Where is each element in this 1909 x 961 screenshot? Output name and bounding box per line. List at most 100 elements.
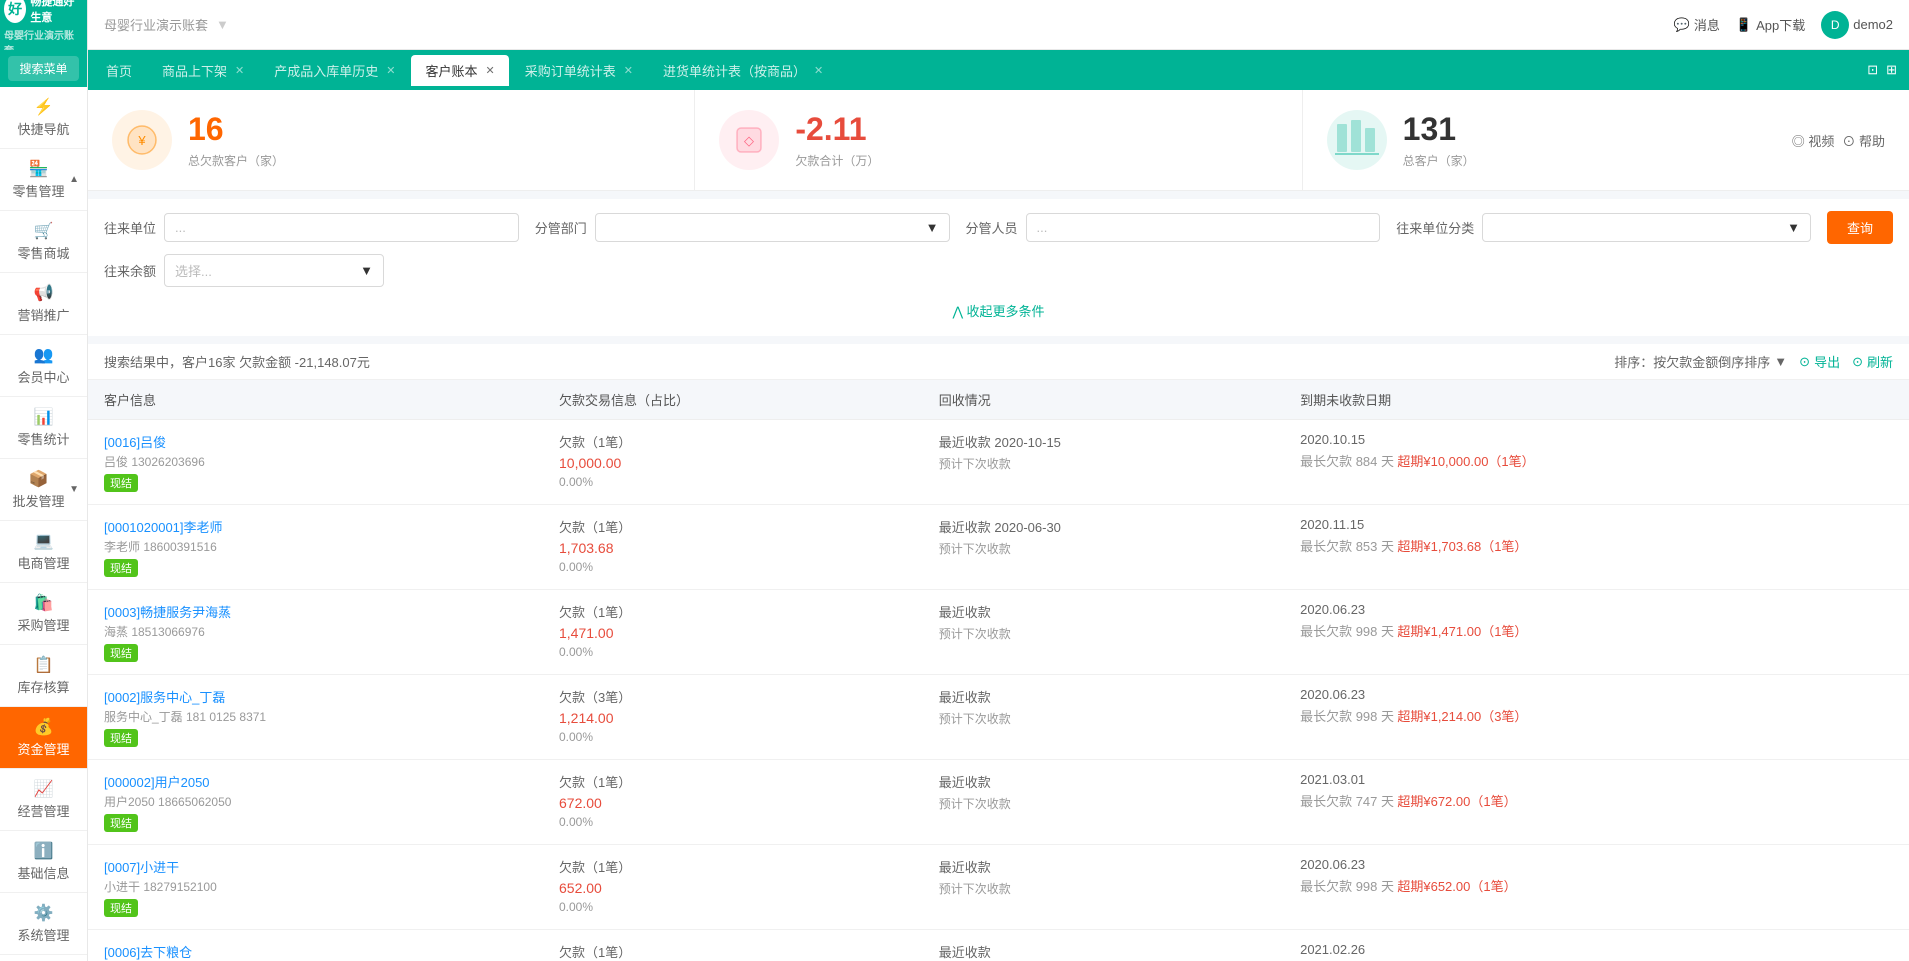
sidebar-item-basic-info[interactable]: ℹ️ 基础信息 [0,831,87,893]
search-button[interactable]: 查询 [1827,211,1893,244]
table-body: [0016]吕俊 吕俊 13026203696 现结 欠款（1笔） 10,000… [88,420,1909,961]
close-tab-5[interactable]: ✕ [814,64,823,77]
sidebar-item-quick-nav[interactable]: ⚡ 快捷导航 [0,87,87,149]
debt-amount-0[interactable]: 10,000.00 [559,455,907,471]
sidebar-item-mall[interactable]: 🛒 零售商城 [0,211,87,273]
customer-name-0[interactable]: [0016]吕俊 [104,432,527,451]
close-tab-4[interactable]: ✕ [624,64,633,77]
results-summary: 搜索结果中，客户16家 欠款金额 -21,148.07元 [104,352,370,371]
overdue-link-4[interactable]: 超期¥672.00（1笔） [1397,794,1516,809]
filter-supplier-input[interactable]: ... [164,213,519,242]
tab-home[interactable]: 首页 [92,55,146,86]
tab-purchase-stats[interactable]: 进货单统计表（按商品） ✕ [649,55,837,86]
tab-customer-account[interactable]: 客户账本 ✕ [411,55,508,86]
overdue-link-0[interactable]: 超期¥10,000.00（1笔） [1397,454,1534,469]
close-tab-2[interactable]: ✕ [386,64,395,77]
debt-amount-2[interactable]: 1,471.00 [559,625,907,641]
cell-debt-3: 欠款（3笔） 1,214.00 0.00% [543,675,923,760]
sidebar-item-operations[interactable]: 📈 经营管理 [0,769,87,831]
search-menu-button[interactable]: 搜索菜单 [8,56,79,81]
wholesale-icon: 📦 [29,469,49,489]
refresh-icon: ⊙ [1852,354,1863,370]
customer-name-3[interactable]: [0002]服务中心_丁磊 [104,687,527,706]
sidebar-item-purchase[interactable]: 🛍️ 采购管理 [0,583,87,645]
filter-person-input[interactable]: ... [1026,213,1381,242]
customer-tag-3: 现结 [104,729,138,747]
retail-icon: 🏪 [29,159,49,179]
filter-dept-input[interactable]: ▼ [595,213,950,242]
stat-info-total-customers: 131 总客户（家） [1403,111,1475,169]
sidebar-item-finance[interactable]: 💰 资金管理 [0,707,87,769]
close-tab-3[interactable]: ✕ [486,64,495,77]
sidebar-item-wholesale[interactable]: 📦 批发管理 ▼ [0,459,87,521]
chevron-down-icon-balance: ▼ [360,263,373,278]
overdue-link-2[interactable]: 超期¥1,471.00（1笔） [1397,624,1527,639]
overdue-link-5[interactable]: 超期¥652.00（1笔） [1397,879,1516,894]
sidebar-item-ecommerce[interactable]: 💻 电商管理 [0,521,87,583]
collapse-button[interactable]: ⋀ 收起更多条件 [104,297,1893,324]
close-tab-1[interactable]: ✕ [235,64,244,77]
tab-purchase-order[interactable]: 采购订单统计表 ✕ [511,55,647,86]
debt-customers-icon: ¥ [112,110,172,170]
tab-maximize[interactable]: ⊞ [1886,62,1897,78]
sidebar-item-retail-mgmt[interactable]: 🏪 零售管理 ▲ [0,149,87,211]
overdue-link-1[interactable]: 超期¥1,703.68（1笔） [1397,539,1527,554]
sidebar-item-member[interactable]: 👥 会员中心 [0,335,87,397]
customer-name-2[interactable]: [0003]畅捷服务尹海蒸 [104,602,527,621]
table-row: [000002]用户2050 用户2050 18665062050 现结 欠款（… [88,760,1909,845]
tab-window-restore[interactable]: ⊡ [1867,62,1878,78]
filter-supplier-label: 往来单位 [104,218,156,237]
message-button[interactable]: 💬 消息 [1674,15,1720,34]
svg-text:◇: ◇ [744,133,754,148]
recovery-date-4: 最近收款 [939,772,1268,791]
filter-category-input[interactable]: ▼ [1482,213,1811,242]
debt-percent-4: 0.00% [559,815,907,829]
header-left: 母婴行业演示账套 ▼ [104,15,229,34]
cell-overdue-4: 2021.03.01 最长欠款 747 天 超期¥672.00（1笔） [1284,760,1909,845]
sidebar-item-collaboration[interactable]: 🤝 企业协同 [0,955,87,961]
customer-name-5[interactable]: [0007]小进干 [104,857,527,876]
stat-info-debt-total: -2.11 欠款合计（万） [795,111,879,169]
overdue-date-1: 2020.11.15 [1300,517,1893,532]
sidebar-item-marketing[interactable]: 📢 营销推广 [0,273,87,335]
sidebar-item-inventory[interactable]: 📋 库存核算 [0,645,87,707]
sidebar-item-retail-stats[interactable]: 📊 零售统计 [0,397,87,459]
results-header: 搜索结果中，客户16家 欠款金额 -21,148.07元 排序：按欠款金额倒序排… [88,344,1909,380]
cell-recovery-6: 最近收款 预计下次收款 [923,930,1284,961]
refresh-button[interactable]: ⊙ 刷新 [1852,352,1893,371]
purchase-icon: 🛍️ [8,593,79,613]
debt-amount-1[interactable]: 1,703.68 [559,540,907,556]
customer-name-6[interactable]: [0006]去下粮仓 [104,942,527,961]
table-row: [0007]小进干 小进干 18279152100 现结 欠款（1笔） 652.… [88,845,1909,930]
debt-amount-5[interactable]: 652.00 [559,880,907,896]
cell-debt-1: 欠款（1笔） 1,703.68 0.00% [543,505,923,590]
customer-name-1[interactable]: [0001020001]李老师 [104,517,527,536]
debt-amount-3[interactable]: 1,214.00 [559,710,907,726]
cell-customer-4: [000002]用户2050 用户2050 18665062050 现结 [88,760,543,845]
debt-percent-2: 0.00% [559,645,907,659]
sort-button[interactable]: 排序：按欠款金额倒序排序 ▼ [1614,352,1787,371]
col-customer-info: 客户信息 [88,380,543,420]
filter-supplier-placeholder: ... [175,220,186,235]
filter-supplier: 往来单位 ... [104,213,519,242]
stat-info-debt-customers: 16 总欠款客户（家） [188,111,284,169]
tab-product-history[interactable]: 产成品入库单历史 ✕ [260,55,409,86]
debt-amount-4[interactable]: 672.00 [559,795,907,811]
video-link[interactable]: ◎ 视频 [1792,131,1835,150]
mall-icon: 🛒 [8,221,79,241]
tab-product-publish[interactable]: 商品上下架 ✕ [148,55,258,86]
customer-name-4[interactable]: [000002]用户2050 [104,772,527,791]
sidebar-search-section: 搜索菜单 [0,50,87,87]
export-button[interactable]: ⊙ 导出 [1799,352,1840,371]
filter-balance-input[interactable]: 选择... ▼ [164,254,384,287]
user-menu-button[interactable]: D demo2 [1821,11,1893,39]
app-download-button[interactable]: 📱 App下载 [1736,15,1805,34]
sidebar-item-system[interactable]: ⚙️ 系统管理 [0,893,87,955]
phone-icon: 📱 [1736,17,1752,33]
col-debt-info: 欠款交易信息（占比） [543,380,923,420]
stats-icon: 📊 [8,407,79,427]
overdue-link-3[interactable]: 超期¥1,214.00（3笔） [1397,709,1527,724]
overdue-info-0: 最长欠款 884 天 超期¥10,000.00（1笔） [1300,451,1893,470]
stat-value-total-customers: 131 [1403,111,1475,148]
help-link[interactable]: ⊙ 帮助 [1842,131,1885,150]
